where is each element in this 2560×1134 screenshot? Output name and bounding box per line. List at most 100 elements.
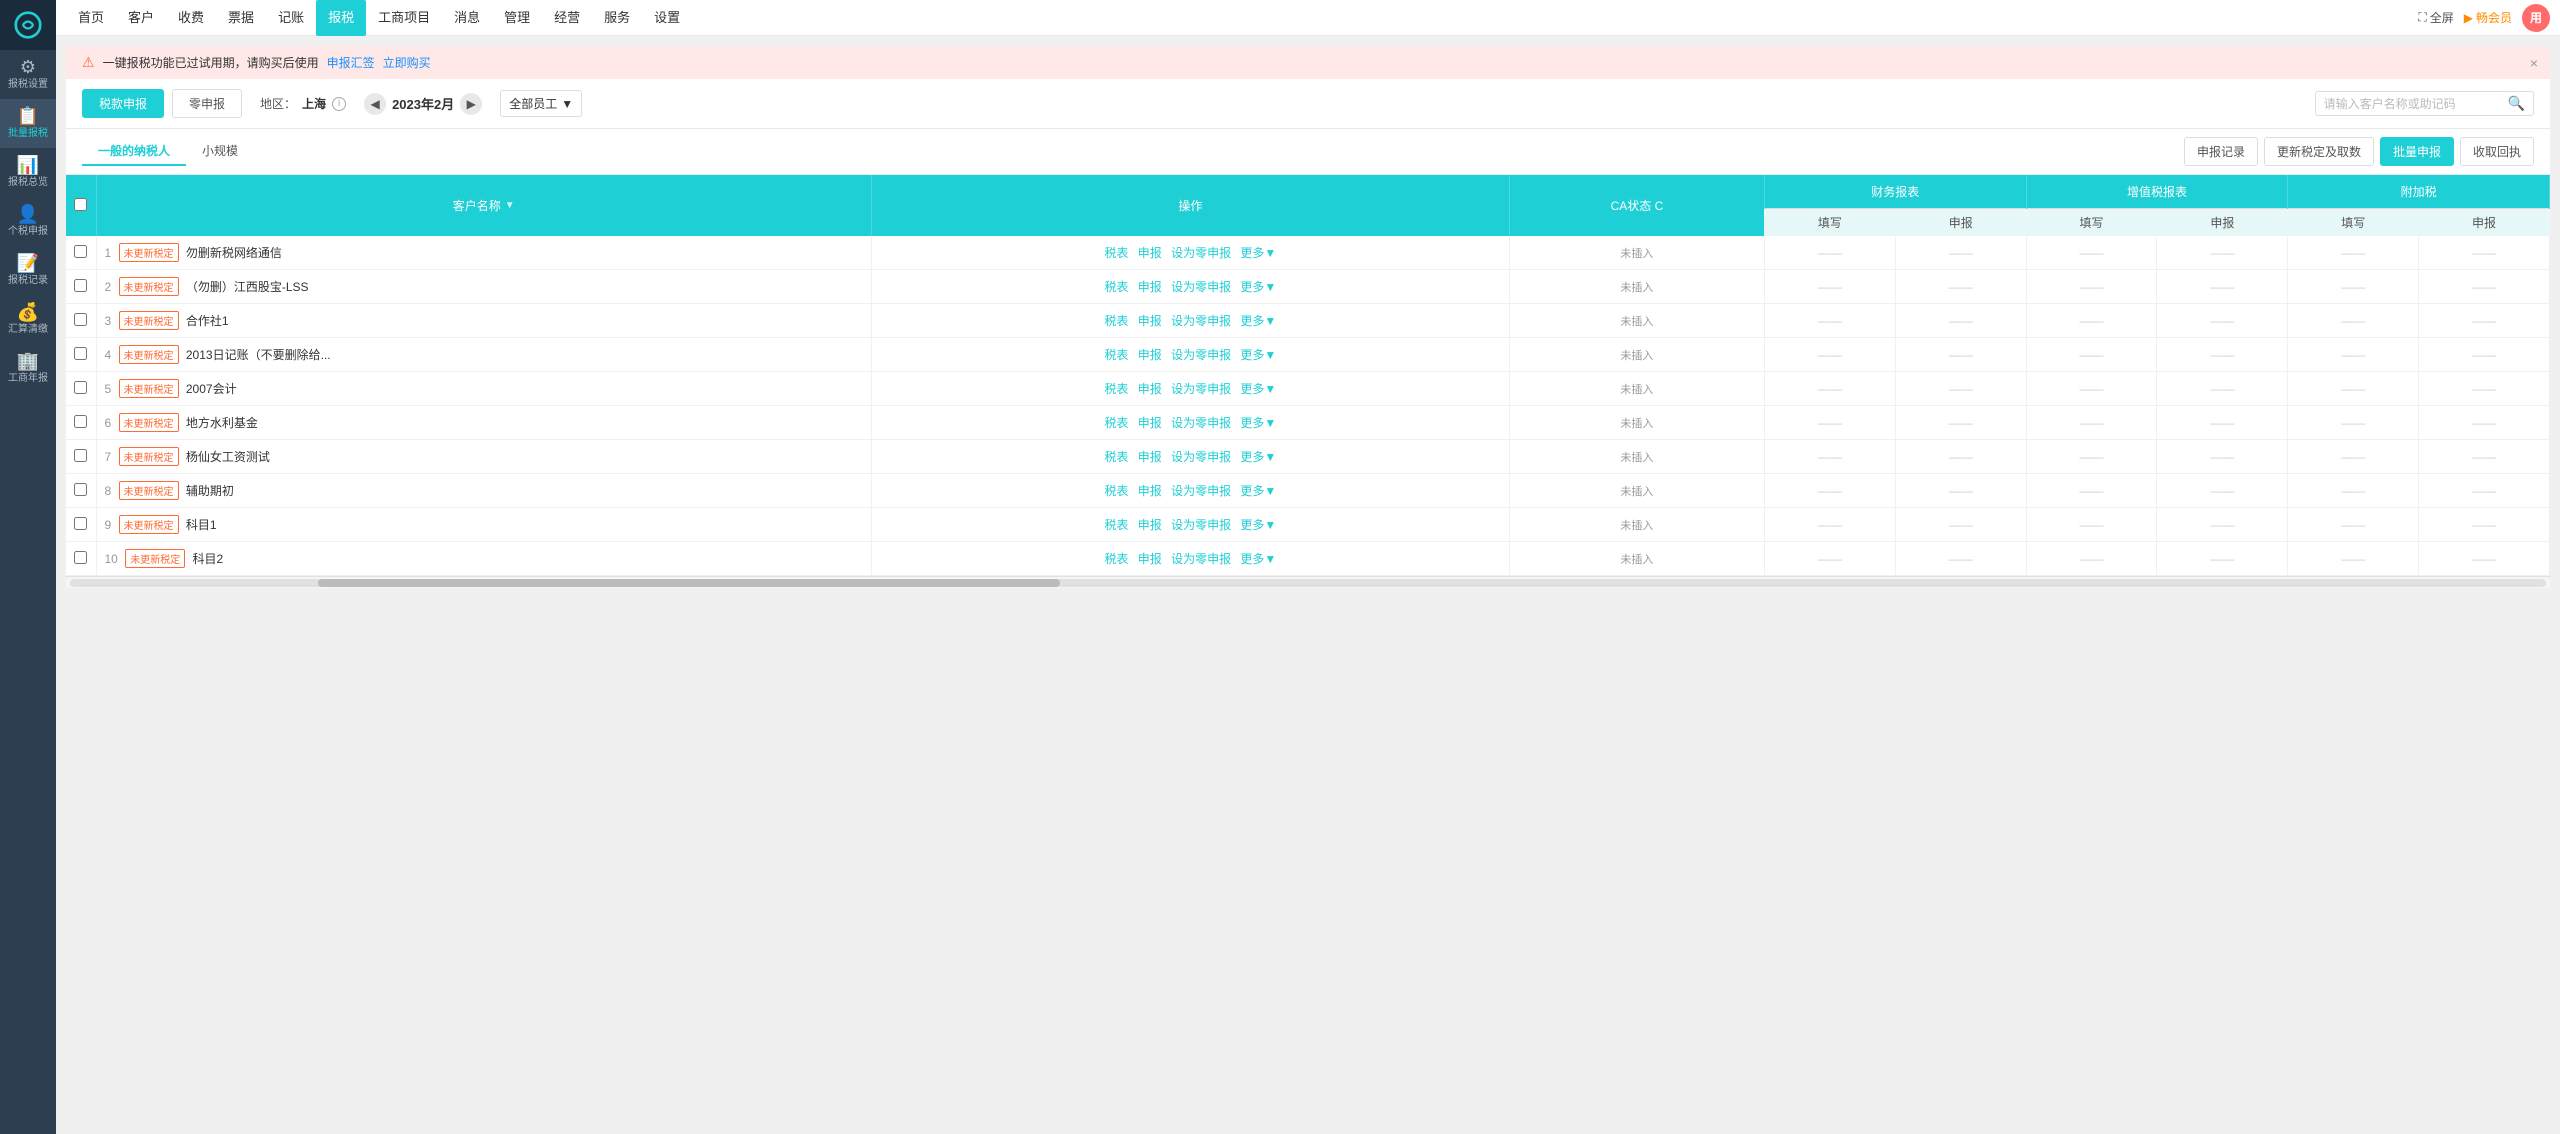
op-declare-8[interactable]: 申报 (1138, 518, 1162, 532)
op-declare-3[interactable]: 申报 (1138, 348, 1162, 362)
sort-icon: ▼ (505, 200, 515, 211)
fullscreen-button[interactable]: ⛶ 全屏 (2418, 9, 2453, 26)
nav-messages[interactable]: 消息 (442, 0, 492, 36)
op-more-3[interactable]: 更多▼ (1240, 348, 1276, 362)
sidebar-item-settlement[interactable]: 💰 汇算清缴 (0, 295, 56, 344)
table-wrap: 客户名称 ▼ 操作 CA状态 C 财务报表 增值税报表 附加税 填写 (66, 175, 2550, 576)
op-declare-4[interactable]: 申报 (1138, 382, 1162, 396)
op-more-9[interactable]: 更多▼ (1240, 552, 1276, 566)
row-checkbox-input-0[interactable] (74, 245, 87, 258)
op-zero-declare-8[interactable]: 设为零申报 (1171, 518, 1231, 532)
row-add-declare-1: —— (2419, 270, 2550, 304)
region-info-icon[interactable]: i (332, 97, 346, 111)
nav-client[interactable]: 客户 (116, 0, 166, 36)
upgrade-button[interactable]: ▶ 畅会员 (2464, 9, 2512, 26)
row-checkbox-input-4[interactable] (74, 381, 87, 394)
tax-overview-icon: 📊 (17, 156, 39, 174)
scroll-bar-thumb[interactable] (318, 579, 1061, 587)
op-zero-declare-5[interactable]: 设为零申报 (1171, 416, 1231, 430)
header-checkbox (66, 175, 96, 236)
tab-zero-declare[interactable]: 零申报 (172, 89, 242, 118)
row-checkbox-input-6[interactable] (74, 449, 87, 462)
row-checkbox-input-5[interactable] (74, 415, 87, 428)
op-zero-declare-7[interactable]: 设为零申报 (1171, 484, 1231, 498)
op-more-1[interactable]: 更多▼ (1240, 280, 1276, 294)
sidebar-item-annual-report[interactable]: 🏢 工商年报 (0, 344, 56, 393)
row-checkbox-input-1[interactable] (74, 279, 87, 292)
tab-tax-declare[interactable]: 税款申报 (82, 89, 164, 118)
nav-tax[interactable]: 报税 (316, 0, 366, 36)
row-add-fill-9: —— (2288, 542, 2419, 576)
op-more-0[interactable]: 更多▼ (1240, 246, 1276, 260)
op-more-5[interactable]: 更多▼ (1240, 416, 1276, 430)
op-zero-declare-4[interactable]: 设为零申报 (1171, 382, 1231, 396)
op-tax-table-6[interactable]: 税表 (1104, 450, 1128, 464)
sidebar-item-personal-tax[interactable]: 👤 个税申报 (0, 197, 56, 246)
op-tax-table-8[interactable]: 税表 (1104, 518, 1128, 532)
op-tax-table-9[interactable]: 税表 (1104, 552, 1128, 566)
nav-invoice[interactable]: 票据 (216, 0, 266, 36)
op-declare-9[interactable]: 申报 (1138, 552, 1162, 566)
op-declare-5[interactable]: 申报 (1138, 416, 1162, 430)
batch-declare-button[interactable]: 批量申报 (2380, 137, 2454, 166)
row-checkbox-input-3[interactable] (74, 347, 87, 360)
sidebar-item-tax-overview[interactable]: 📊 报税总览 (0, 148, 56, 197)
op-declare-1[interactable]: 申报 (1138, 280, 1162, 294)
date-next-button[interactable]: ▶ (460, 93, 482, 115)
sidebar-item-batch-tax[interactable]: 📋 批量报税 (0, 99, 56, 148)
trial-close-button[interactable]: × (2530, 55, 2538, 71)
sidebar-item-tax-records[interactable]: 📝 报税记录 (0, 246, 56, 295)
nav-management[interactable]: 管理 (492, 0, 542, 36)
employee-select[interactable]: 全部员工 ▼ (500, 90, 582, 117)
row-checkbox-input-9[interactable] (74, 551, 87, 564)
op-tax-table-2[interactable]: 税表 (1104, 314, 1128, 328)
row-checkbox-input-7[interactable] (74, 483, 87, 496)
op-more-6[interactable]: 更多▼ (1240, 450, 1276, 464)
op-declare-6[interactable]: 申报 (1138, 450, 1162, 464)
nav-service[interactable]: 服务 (592, 0, 642, 36)
op-tax-table-7[interactable]: 税表 (1104, 484, 1128, 498)
op-zero-declare-0[interactable]: 设为零申报 (1171, 246, 1231, 260)
op-more-8[interactable]: 更多▼ (1240, 518, 1276, 532)
update-button[interactable]: 更新税定及取数 (2264, 137, 2374, 166)
tab-general-taxpayer[interactable]: 一般的纳税人 (82, 137, 186, 166)
trial-link-report[interactable]: 申报汇签 (327, 54, 375, 71)
op-more-4[interactable]: 更多▼ (1240, 382, 1276, 396)
nav-bookkeeping[interactable]: 记账 (266, 0, 316, 36)
select-all-checkbox[interactable] (74, 198, 87, 211)
trial-link-buy[interactable]: 立即购买 (383, 54, 431, 71)
nav-settings[interactable]: 设置 (642, 0, 692, 36)
date-prev-button[interactable]: ◀ (364, 93, 386, 115)
op-declare-7[interactable]: 申报 (1138, 484, 1162, 498)
table-row: 2 未更新税定 （勿删）江西股宝-LSS 税表 申报 设为零申报 更多▼ 未插入… (66, 270, 2550, 304)
op-tax-table-0[interactable]: 税表 (1104, 246, 1128, 260)
op-zero-declare-1[interactable]: 设为零申报 (1171, 280, 1231, 294)
op-tax-table-1[interactable]: 税表 (1104, 280, 1128, 294)
nav-operation[interactable]: 经营 (542, 0, 592, 36)
sidebar-item-tax-settings[interactable]: ⚙ 报税设置 (0, 50, 56, 99)
op-declare-0[interactable]: 申报 (1138, 246, 1162, 260)
tab-small-scale[interactable]: 小规模 (186, 137, 254, 166)
search-input[interactable] (2324, 97, 2504, 111)
op-zero-declare-3[interactable]: 设为零申报 (1171, 348, 1231, 362)
op-tax-table-5[interactable]: 税表 (1104, 416, 1128, 430)
op-zero-declare-2[interactable]: 设为零申报 (1171, 314, 1231, 328)
op-more-2[interactable]: 更多▼ (1240, 314, 1276, 328)
nav-business[interactable]: 工商项目 (366, 0, 442, 36)
nav-home[interactable]: 首页 (66, 0, 116, 36)
row-checkbox-input-8[interactable] (74, 517, 87, 530)
nav-billing[interactable]: 收费 (166, 0, 216, 36)
row-checkbox-input-2[interactable] (74, 313, 87, 326)
op-tax-table-3[interactable]: 税表 (1104, 348, 1128, 362)
op-zero-declare-6[interactable]: 设为零申报 (1171, 450, 1231, 464)
user-avatar[interactable]: 用 (2522, 4, 2550, 32)
search-icon[interactable]: 🔍 (2508, 95, 2525, 112)
collect-button[interactable]: 收取回执 (2460, 137, 2534, 166)
op-zero-declare-9[interactable]: 设为零申报 (1171, 552, 1231, 566)
record-button[interactable]: 申报记录 (2184, 137, 2258, 166)
top-nav: 首页 客户 收费 票据 记账 报税 工商项目 消息 管理 经营 服务 设置 ⛶ … (56, 0, 2560, 36)
op-tax-table-4[interactable]: 税表 (1104, 382, 1128, 396)
op-declare-2[interactable]: 申报 (1138, 314, 1162, 328)
scroll-indicator (66, 576, 2550, 588)
op-more-7[interactable]: 更多▼ (1240, 484, 1276, 498)
